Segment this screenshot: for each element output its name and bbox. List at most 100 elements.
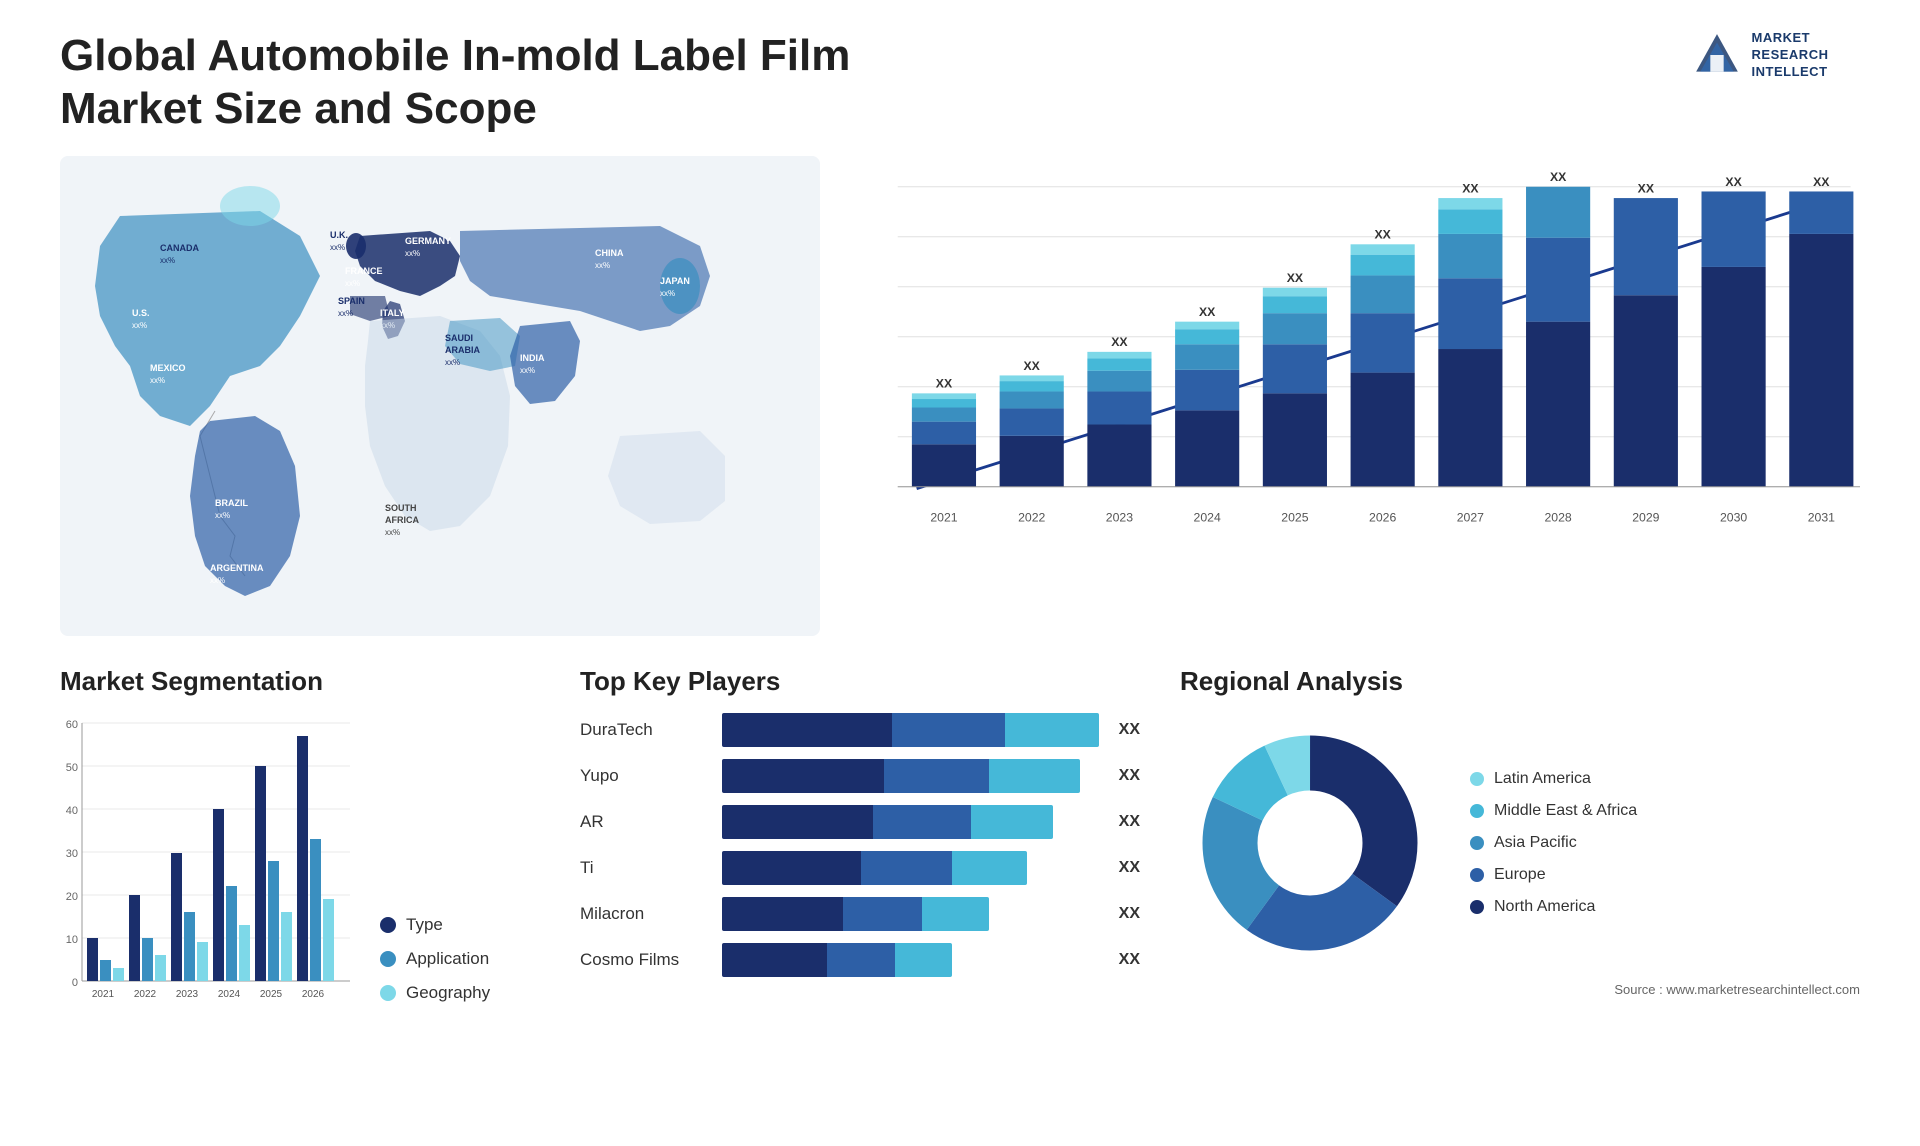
segmentation-container: Market Segmentation 60 50 40 30 20 10 0	[60, 666, 540, 1013]
world-map-svg: CANADA xx% U.S. xx% MEXICO xx% BRAZIL xx…	[60, 156, 820, 636]
segmentation-chart-svg: 60 50 40 30 20 10 0	[60, 713, 360, 1013]
player-bar-yupo	[722, 759, 1099, 793]
svg-text:xx%: xx%	[445, 358, 460, 367]
legend-dot-type	[380, 917, 396, 933]
regional-inner: Latin America Middle East & Africa Asia …	[1180, 713, 1860, 973]
legend-dot-geography	[380, 985, 396, 1001]
bar-chart-wrapper: XX 2021 XX 2022 XX	[860, 156, 1860, 556]
logo-box: MARKETRESEARCHINTELLECT	[1692, 30, 1829, 81]
player-val-milacron: XX	[1119, 905, 1140, 923]
svg-text:2028: 2028	[1544, 510, 1571, 524]
svg-text:U.S.: U.S.	[132, 308, 150, 318]
player-bar-ar	[722, 805, 1099, 839]
svg-text:2027: 2027	[1457, 510, 1484, 524]
bar-chart-container: XX 2021 XX 2022 XX	[860, 156, 1860, 636]
regional-legend: Latin America Middle East & Africa Asia …	[1470, 770, 1637, 916]
svg-text:2024: 2024	[218, 989, 241, 1000]
svg-text:xx%: xx%	[150, 376, 165, 385]
legend-label-type: Type	[406, 915, 443, 935]
player-val-duratech: XX	[1119, 721, 1140, 739]
legend-dot-apac	[1470, 836, 1484, 850]
regional-legend-europe: Europe	[1470, 866, 1637, 884]
legend-dot-latin	[1470, 772, 1484, 786]
player-bar-cosmo	[722, 943, 1099, 977]
svg-text:ARGENTINA: ARGENTINA	[210, 563, 264, 573]
player-name-ti: Ti	[580, 858, 710, 878]
svg-text:2022: 2022	[134, 989, 157, 1000]
page-title: Global Automobile In-mold Label Film Mar…	[60, 30, 960, 136]
legend-label-na: North America	[1494, 898, 1595, 916]
segmentation-title: Market Segmentation	[60, 666, 540, 697]
player-val-ar: XX	[1119, 813, 1140, 831]
svg-text:GERMANY: GERMANY	[405, 236, 451, 246]
player-row-milacron: Milacron XX	[580, 897, 1140, 931]
legend-label-application: Application	[406, 949, 489, 969]
svg-text:xx%: xx%	[345, 279, 360, 288]
svg-text:30: 30	[66, 848, 78, 860]
players-container: Top Key Players DuraTech XX Yupo	[580, 666, 1140, 1013]
legend-item-application: Application	[380, 949, 490, 969]
svg-text:ITALY: ITALY	[380, 308, 405, 318]
svg-text:XX: XX	[1550, 170, 1567, 184]
svg-text:CHINA: CHINA	[595, 248, 624, 258]
legend-item-geography: Geography	[380, 983, 490, 1003]
legend-label-latin: Latin America	[1494, 770, 1591, 788]
donut-chart	[1180, 713, 1440, 973]
player-val-cosmo: XX	[1119, 951, 1140, 969]
svg-text:xx%: xx%	[405, 249, 420, 258]
svg-text:U.K.: U.K.	[330, 230, 348, 240]
svg-text:XX: XX	[1024, 358, 1041, 372]
map-container: CANADA xx% U.S. xx% MEXICO xx% BRAZIL xx…	[60, 156, 820, 636]
svg-text:XX: XX	[1725, 174, 1742, 188]
svg-text:xx%: xx%	[385, 528, 400, 537]
svg-text:2022: 2022	[1018, 510, 1045, 524]
svg-text:xx%: xx%	[160, 256, 175, 265]
svg-text:FRANCE: FRANCE	[345, 266, 383, 276]
svg-text:XX: XX	[936, 376, 953, 390]
regional-title: Regional Analysis	[1180, 666, 1860, 697]
players-title: Top Key Players	[580, 666, 1140, 697]
svg-text:xx%: xx%	[660, 289, 675, 298]
player-row-ti: Ti XX	[580, 851, 1140, 885]
player-row-yupo: Yupo XX	[580, 759, 1140, 793]
player-name-milacron: Milacron	[580, 904, 710, 924]
player-row-duratech: DuraTech XX	[580, 713, 1140, 747]
svg-text:JAPAN: JAPAN	[660, 276, 690, 286]
players-list: DuraTech XX Yupo	[580, 713, 1140, 977]
svg-text:XX: XX	[1199, 305, 1216, 319]
svg-text:XX: XX	[1287, 271, 1304, 285]
svg-text:2021: 2021	[930, 510, 957, 524]
regional-legend-apac: Asia Pacific	[1470, 834, 1637, 852]
regional-container: Regional Analysis	[1180, 666, 1860, 1013]
legend-label-apac: Asia Pacific	[1494, 834, 1577, 852]
player-name-yupo: Yupo	[580, 766, 710, 786]
svg-text:xx%: xx%	[210, 576, 225, 585]
svg-text:40: 40	[66, 805, 78, 817]
legend-label-europe: Europe	[1494, 866, 1546, 884]
player-val-yupo: XX	[1119, 767, 1140, 785]
svg-text:10: 10	[66, 934, 78, 946]
svg-text:XX: XX	[1374, 227, 1391, 241]
legend-dot-mea	[1470, 804, 1484, 818]
svg-text:SOUTH: SOUTH	[385, 503, 417, 513]
source-text: Source : www.marketresearchintellect.com	[1614, 982, 1860, 997]
bar-chart-svg: XX 2021 XX 2022 XX	[860, 156, 1860, 576]
svg-text:2021: 2021	[92, 989, 115, 1000]
player-name-cosmo: Cosmo Films	[580, 950, 710, 970]
logo-area: MARKETRESEARCHINTELLECT	[1660, 30, 1860, 81]
svg-text:XX: XX	[1111, 335, 1128, 349]
svg-text:BRAZIL: BRAZIL	[215, 498, 248, 508]
svg-text:2029: 2029	[1632, 510, 1659, 524]
svg-text:2030: 2030	[1720, 510, 1747, 524]
legend-dot-europe	[1470, 868, 1484, 882]
svg-text:xx%: xx%	[132, 321, 147, 330]
svg-text:XX: XX	[1813, 174, 1830, 188]
player-name-ar: AR	[580, 812, 710, 832]
legend-dot-application	[380, 951, 396, 967]
player-bar-milacron	[722, 897, 1099, 931]
legend-item-type: Type	[380, 915, 490, 935]
svg-text:20: 20	[66, 891, 78, 903]
logo-icon	[1692, 30, 1742, 80]
page-container: Global Automobile In-mold Label Film Mar…	[0, 0, 1920, 1146]
svg-text:MEXICO: MEXICO	[150, 363, 186, 373]
